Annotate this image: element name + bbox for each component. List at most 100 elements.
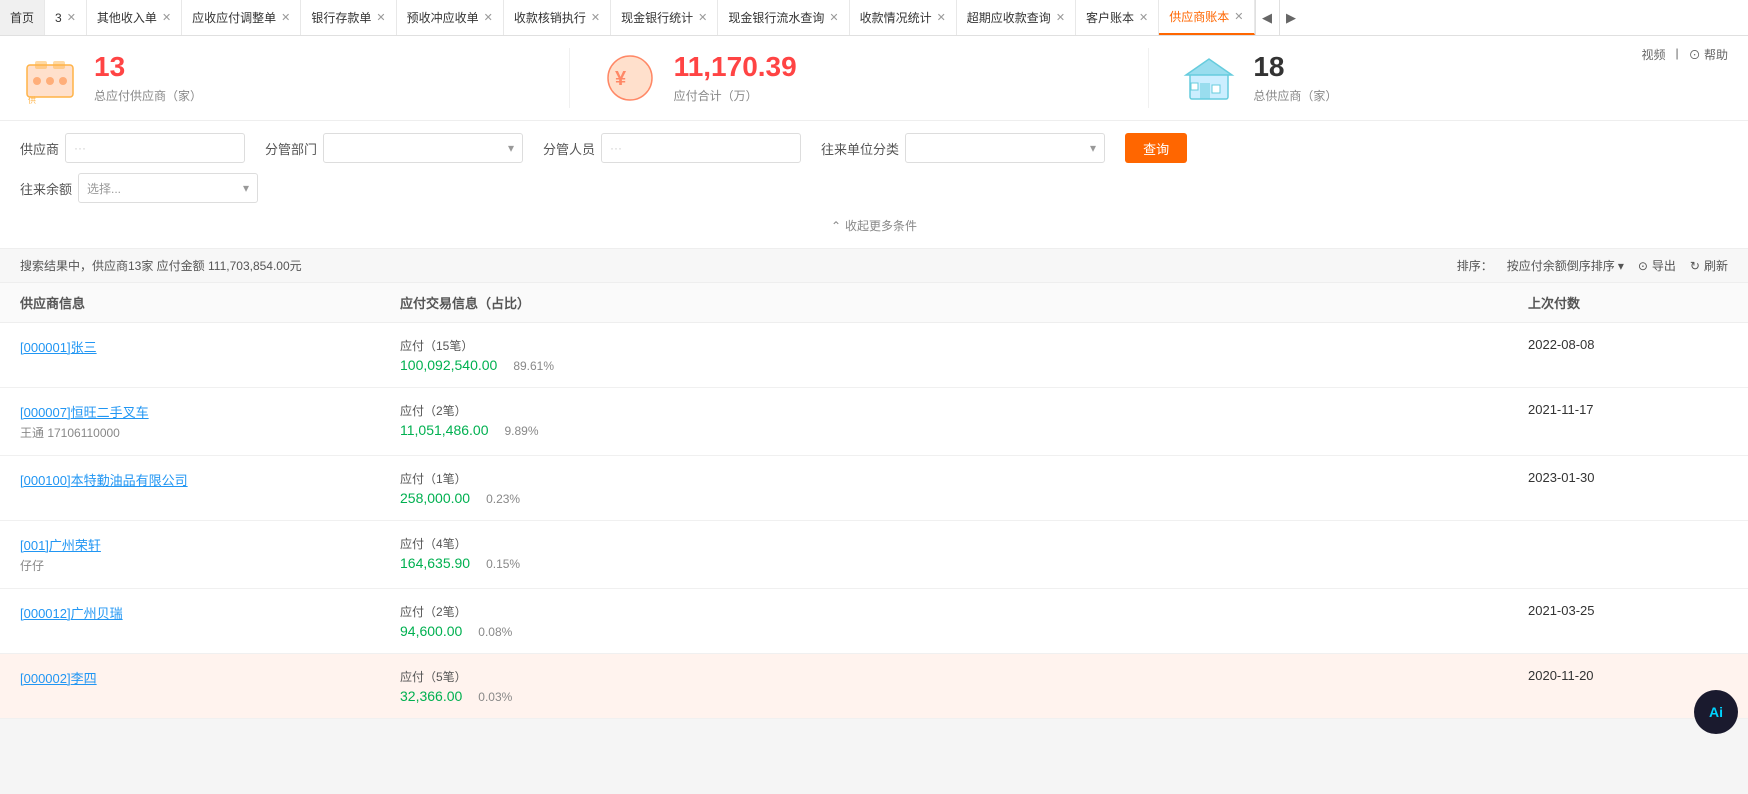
stat-label-payable-vendors: 总应付供应商（家） [94, 87, 202, 104]
help-link[interactable]: ⊙ 帮助 [1689, 46, 1728, 63]
close-receipt-exec-icon[interactable]: ✕ [591, 11, 600, 24]
video-link[interactable]: 视频 [1642, 46, 1666, 63]
close-cash-bank-stat-icon[interactable]: ✕ [698, 11, 707, 24]
svg-text:供: 供 [28, 95, 36, 105]
nav-label-receipt-stat: 收款情况统计 [860, 9, 932, 26]
supplier-info-rongxuan: [001]广州荣轩 仔仔 [20, 535, 400, 574]
refresh-button[interactable]: ↻ 刷新 [1690, 257, 1728, 274]
col-header-supplier: 供应商信息 [20, 293, 400, 312]
nav-item-overdue-query[interactable]: 超期应收款查询 ✕ [957, 0, 1076, 35]
nav-label-bank-deposit: 银行存款单 [311, 9, 371, 26]
payable-info-bente: 应付（1笔） 258,000.00 0.23% [400, 470, 1528, 506]
nav-item-customer-ledger[interactable]: 客户账本 ✕ [1076, 0, 1159, 35]
table-header: 供应商信息 应付交易信息（占比） 上次付数 [0, 283, 1748, 323]
nav-item-bank-deposit[interactable]: 银行存款单 ✕ [301, 0, 396, 35]
supplier-link-zhang3[interactable]: [000001]张三 [20, 337, 400, 356]
filter-row-1: 供应商 ··· 分管部门 ▾ 分管人员 ··· [20, 133, 1728, 163]
payable-count-beirui: 应付（2笔） [400, 603, 1528, 620]
nav-item-receipt-exec[interactable]: 收款核销执行 ✕ [504, 0, 611, 35]
payable-count-hengwang: 应付（2笔） [400, 402, 1528, 419]
filter-dept: 分管部门 ▾ [265, 133, 523, 163]
payable-count-zhang3: 应付（15笔） [400, 337, 1528, 354]
close-pre-receipt-icon[interactable]: ✕ [484, 11, 493, 24]
last-pay-li4: 2020-11-20 [1528, 668, 1728, 683]
supplier-info-hengwang: [000007]恒旺二手叉车 王通 17106110000 [20, 402, 400, 441]
close-bank-deposit-icon[interactable]: ✕ [376, 11, 385, 24]
supplier-sub-rongxuan: 仔仔 [20, 557, 400, 574]
data-table: 供应商信息 应付交易信息（占比） 上次付数 [000001]张三 应付（15笔）… [0, 283, 1748, 719]
supplier-info-bente: [000100]本特勤油品有限公司 [20, 470, 400, 489]
supplier-info-beirui: [000012]广州贝瑞 [20, 603, 400, 622]
category-chevron-icon: ▾ [1090, 141, 1096, 155]
amount-icon: ¥ [600, 48, 660, 108]
supplier-link-rongxuan[interactable]: [001]广州荣轩 [20, 535, 400, 554]
collapse-bar[interactable]: ⌃ 收起更多条件 [20, 213, 1728, 238]
export-button[interactable]: ⊙ 导出 [1638, 257, 1676, 274]
payable-percent-zhang3: 89.61% [513, 359, 554, 373]
table-row: [000100]本特勤油品有限公司 应付（1笔） 258,000.00 0.23… [0, 456, 1748, 521]
nav-item-pre-receipt[interactable]: 预收冲应收单 ✕ [397, 0, 504, 35]
last-pay-zhang3: 2022-08-08 [1528, 337, 1728, 352]
query-button[interactable]: 查询 [1125, 133, 1187, 163]
ai-badge[interactable]: Ai [1694, 690, 1738, 734]
payable-info-rongxuan: 应付（4笔） 164,635.90 0.15% [400, 535, 1528, 571]
nav-item-other-income[interactable]: 其他收入单 ✕ [87, 0, 182, 35]
dept-select[interactable]: ▾ [323, 133, 523, 163]
payable-info-zhang3: 应付（15笔） 100,092,540.00 89.61% [400, 337, 1528, 373]
supplier-link-bente[interactable]: [000100]本特勤油品有限公司 [20, 470, 400, 489]
close-cash-flow-query-icon[interactable]: ✕ [829, 11, 838, 24]
nav-item-vendor-ledger[interactable]: 供应商账本 ✕ [1159, 0, 1254, 35]
close-customer-ledger-icon[interactable]: ✕ [1139, 11, 1148, 24]
col-header-lastpay: 上次付数 [1528, 293, 1728, 312]
store-icon [1179, 48, 1239, 108]
sort-select[interactable]: 按应付余额倒序排序 ▾ [1507, 257, 1624, 274]
nav-label-pre-receipt: 预收冲应收单 [407, 9, 479, 26]
export-icon: ⊙ [1638, 259, 1648, 273]
nav-item-cash-flow-query[interactable]: 现金银行流水查询 ✕ [718, 0, 849, 35]
stat-total-payable-amount: ¥ 11,170.39 应付合计（万） [570, 48, 1150, 108]
nav-arrow-left[interactable]: ◀ [1255, 0, 1279, 35]
stat-label-total-vendors: 总供应商（家） [1253, 87, 1337, 104]
table-row: [000001]张三 应付（15笔） 100,092,540.00 89.61%… [0, 323, 1748, 388]
nav-label-other-income: 其他收入单 [97, 9, 157, 26]
balance-select[interactable]: 选择... ▾ [78, 173, 258, 203]
nav-item-cash-bank-stat[interactable]: 现金银行统计 ✕ [611, 0, 718, 35]
supplier-link-beirui[interactable]: [000012]广州贝瑞 [20, 603, 400, 622]
category-select[interactable]: ▾ [905, 133, 1105, 163]
close-receipt-stat-icon[interactable]: ✕ [937, 11, 946, 24]
payable-amount-beirui: 94,600.00 [400, 623, 462, 639]
balance-filter-label: 往来余额 [20, 179, 72, 198]
payable-percent-hengwang: 9.89% [505, 424, 539, 438]
nav-item-home[interactable]: 首页 [0, 0, 45, 35]
close-ar-ap-adjust-icon[interactable]: ✕ [281, 11, 290, 24]
nav-label-cash-bank-stat: 现金银行统计 [621, 9, 693, 26]
stat-number-payable-amount: 11,170.39 [674, 52, 797, 83]
nav-item-ar-ap-adjust[interactable]: 应收应付调整单 ✕ [182, 0, 301, 35]
close-vendor-ledger-icon[interactable]: ✕ [1234, 10, 1243, 23]
nav-arrow-right[interactable]: ▶ [1279, 0, 1303, 35]
close-tab3-icon[interactable]: ✕ [67, 11, 76, 24]
person-input-dots: ··· [610, 141, 792, 155]
payable-amount-rongxuan: 164,635.90 [400, 555, 470, 571]
supplier-info-li4: [000002]李四 [20, 668, 400, 687]
payable-amount-bente: 258,000.00 [400, 490, 470, 506]
payable-percent-rongxuan: 0.15% [486, 557, 520, 571]
payable-info-hengwang: 应付（2笔） 11,051,486.00 9.89% [400, 402, 1528, 438]
refresh-icon: ↻ [1690, 259, 1700, 273]
nav-label-ar-ap-adjust: 应收应付调整单 [192, 9, 276, 26]
payable-amount-hengwang: 11,051,486.00 [400, 422, 489, 438]
nav-label-tab3: 3 [55, 11, 62, 25]
nav-item-tab3[interactable]: 3 ✕ [45, 0, 87, 35]
result-summary: 搜索结果中，供应商13家 应付金额 111,703,854.00元 [20, 257, 302, 274]
close-other-income-icon[interactable]: ✕ [162, 11, 171, 24]
supplier-link-li4[interactable]: [000002]李四 [20, 668, 400, 687]
nav-item-receipt-stat[interactable]: 收款情况统计 ✕ [850, 0, 957, 35]
person-filter-label: 分管人员 [543, 139, 595, 158]
supplier-input-dots: ··· [74, 141, 236, 155]
close-overdue-query-icon[interactable]: ✕ [1056, 11, 1065, 24]
supplier-info-zhang3: [000001]张三 [20, 337, 400, 356]
last-pay-bente: 2023-01-30 [1528, 470, 1728, 485]
supplier-link-hengwang[interactable]: [000007]恒旺二手叉车 [20, 402, 400, 421]
main-content: 供 13 总应付供应商（家） ¥ 11,170.39 应付合计（万） [0, 36, 1748, 794]
collapse-up-icon: ⌃ [831, 219, 841, 233]
